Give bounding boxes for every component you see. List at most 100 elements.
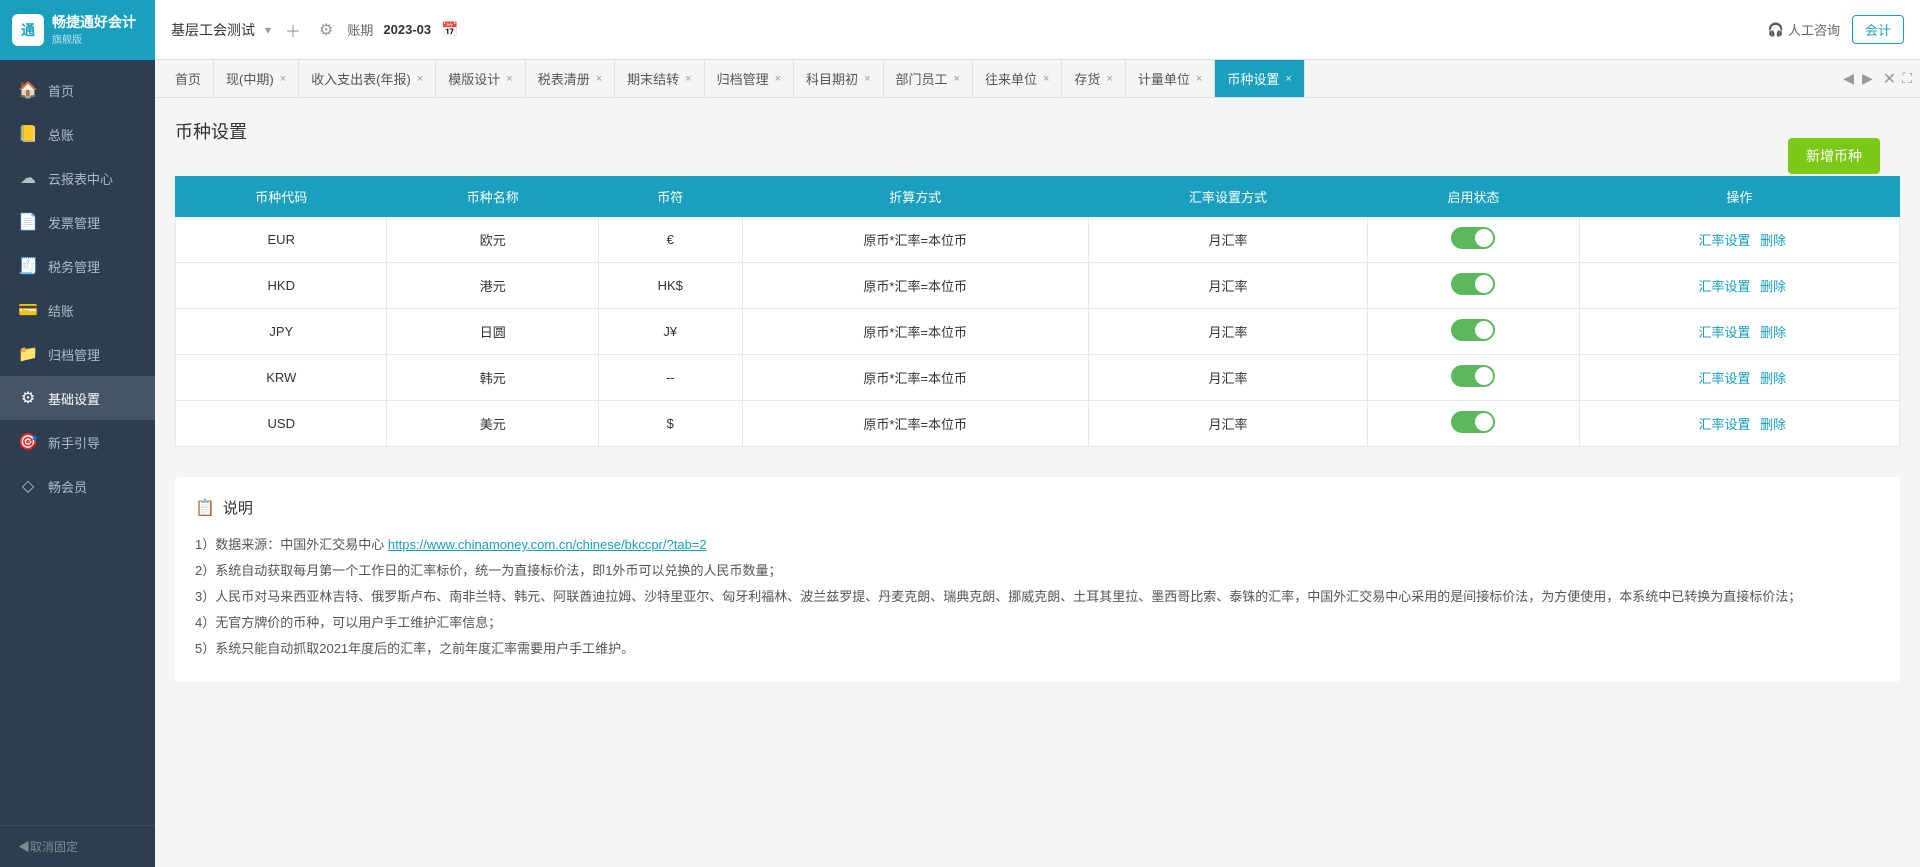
tab-close-icon[interactable]: × xyxy=(864,73,870,85)
cell-status xyxy=(1368,263,1579,309)
sidebar-pin-toggle[interactable]: ◀取消固定 xyxy=(0,825,155,867)
sidebar-item-ledger[interactable]: 📒 总账 xyxy=(0,112,155,156)
tab-partners[interactable]: 往来单位 × xyxy=(973,60,1062,98)
account-button[interactable]: 会计 xyxy=(1852,15,1904,44)
cell-name: 韩元 xyxy=(387,355,598,401)
rate-setting-link[interactable]: 汇率设置 xyxy=(1699,233,1751,248)
status-toggle[interactable] xyxy=(1451,227,1495,249)
notes-link[interactable]: https://www.chinamoney.com.cn/chinese/bk… xyxy=(388,537,707,552)
cell-actions: 汇率设置 删除 xyxy=(1579,355,1899,401)
settings-icon: ⚙ xyxy=(18,388,38,408)
sidebar-item-guide[interactable]: 🎯 新手引导 xyxy=(0,420,155,464)
new-currency-button[interactable]: 新增币种 xyxy=(1788,138,1880,174)
tab-label: 模版设计 xyxy=(448,69,500,88)
tab-home[interactable]: 首页 xyxy=(163,60,214,98)
tab-close-icon[interactable]: × xyxy=(506,73,512,85)
tab-close-icon[interactable]: × xyxy=(596,73,602,85)
logo-icon: 通 xyxy=(12,14,44,46)
cell-method: 原币*汇率=本位币 xyxy=(742,217,1088,263)
tab-template[interactable]: 模版设计 × xyxy=(436,60,525,98)
sidebar-item-label: 首页 xyxy=(48,81,74,100)
sidebar-item-home[interactable]: 🏠 首页 xyxy=(0,68,155,112)
delete-link[interactable]: 删除 xyxy=(1760,371,1786,386)
tab-close-icon[interactable]: × xyxy=(1285,73,1291,85)
rate-setting-link[interactable]: 汇率设置 xyxy=(1699,279,1751,294)
tab-subject-init[interactable]: 科目期初 × xyxy=(794,60,883,98)
tab-label: 往来单位 xyxy=(985,69,1037,88)
sidebar-item-tax[interactable]: 🧾 税务管理 xyxy=(0,244,155,288)
add-workspace-button[interactable]: ＋ xyxy=(281,14,305,46)
content-area: 币种设置 新增币种 币种代码 币种名称 币符 折算方式 汇率设置方式 启用状态 … xyxy=(155,98,1920,867)
sidebar-item-checkout[interactable]: 💳 结账 xyxy=(0,288,155,332)
sidebar-item-settings[interactable]: ⚙ 基础设置 xyxy=(0,376,155,420)
tab-prev-icon[interactable]: ◀ xyxy=(1839,66,1858,91)
cell-status xyxy=(1368,401,1579,447)
cell-method: 原币*汇率=本位币 xyxy=(742,355,1088,401)
cell-code: HKD xyxy=(176,263,387,309)
notes-item: 1）数据来源：中国外汇交易中心 https://www.chinamoney.c… xyxy=(195,532,1880,558)
tab-tax-list[interactable]: 税表清册 × xyxy=(526,60,615,98)
sidebar-item-label: 新手引导 xyxy=(48,433,100,452)
tab-unit[interactable]: 计量单位 × xyxy=(1126,60,1215,98)
workspace-name: 基层工会测试 xyxy=(171,20,255,40)
tab-close-icon[interactable]: × xyxy=(1106,73,1112,85)
tab-close-all-icon[interactable]: ✕ xyxy=(1883,69,1896,89)
rate-setting-link[interactable]: 汇率设置 xyxy=(1699,325,1751,340)
tab-currency[interactable]: 币种设置 × xyxy=(1215,60,1304,98)
rate-setting-link[interactable]: 汇率设置 xyxy=(1699,371,1751,386)
delete-link[interactable]: 删除 xyxy=(1760,233,1786,248)
tab-midterm[interactable]: 现(中期) × xyxy=(214,60,299,98)
workspace-settings-icon[interactable]: ⚙ xyxy=(315,16,337,44)
cell-code: EUR xyxy=(176,217,387,263)
sidebar-item-archive[interactable]: 📁 归档管理 xyxy=(0,332,155,376)
notes-title: 📋 说明 xyxy=(195,497,1880,518)
delete-link[interactable]: 删除 xyxy=(1760,279,1786,294)
tab-annual-report[interactable]: 收入支出表(年报) × xyxy=(299,60,436,98)
tab-archive[interactable]: 归档管理 × xyxy=(705,60,794,98)
cell-rate-type: 月汇率 xyxy=(1088,355,1367,401)
home-icon: 🏠 xyxy=(18,80,38,100)
top-header: 基层工会测试 ▾ ＋ ⚙ 账期 2023-03 📅 🎧 人工咨询 会计 xyxy=(155,0,1920,60)
tab-close-icon[interactable]: × xyxy=(280,73,286,85)
tab-close-icon[interactable]: × xyxy=(1196,73,1202,85)
status-toggle[interactable] xyxy=(1451,365,1495,387)
tab-period-end[interactable]: 期末结转 × xyxy=(615,60,704,98)
tab-expand-icon[interactable]: ⛶ xyxy=(1902,70,1912,87)
tab-label: 首页 xyxy=(175,69,201,88)
tab-next-icon[interactable]: ▶ xyxy=(1858,66,1877,91)
app-logo: 通 畅捷通好会计 旗舰版 xyxy=(0,0,155,60)
col-rate-type: 汇率设置方式 xyxy=(1088,177,1367,217)
cell-actions: 汇率设置 删除 xyxy=(1579,309,1899,355)
status-toggle[interactable] xyxy=(1451,319,1495,341)
tab-inventory[interactable]: 存货 × xyxy=(1062,60,1125,98)
tab-department[interactable]: 部门员工 × xyxy=(884,60,973,98)
member-icon: ◇ xyxy=(18,476,38,496)
tab-close-icon[interactable]: × xyxy=(417,73,423,85)
sidebar-item-reports[interactable]: ☁ 云报表中心 xyxy=(0,156,155,200)
header-right: 🎧 人工咨询 会计 xyxy=(1768,15,1904,44)
status-toggle[interactable] xyxy=(1451,273,1495,295)
sidebar-item-invoice[interactable]: 📄 发票管理 xyxy=(0,200,155,244)
tab-close-icon[interactable]: × xyxy=(954,73,960,85)
headset-icon: 🎧 xyxy=(1768,22,1784,38)
table-row: USD 美元 $ 原币*汇率=本位币 月汇率 汇率设置 删除 xyxy=(176,401,1900,447)
guide-icon: 🎯 xyxy=(18,432,38,452)
delete-link[interactable]: 删除 xyxy=(1760,417,1786,432)
tab-close-icon[interactable]: × xyxy=(685,73,691,85)
cell-actions: 汇率设置 删除 xyxy=(1579,263,1899,309)
tab-close-icon[interactable]: × xyxy=(1043,73,1049,85)
tab-label: 币种设置 xyxy=(1227,69,1279,88)
status-toggle[interactable] xyxy=(1451,411,1495,433)
rate-setting-link[interactable]: 汇率设置 xyxy=(1699,417,1751,432)
workspace-dropdown-icon[interactable]: ▾ xyxy=(265,23,271,37)
table-row: JPY 日圆 J¥ 原币*汇率=本位币 月汇率 汇率设置 删除 xyxy=(176,309,1900,355)
tab-close-icon[interactable]: × xyxy=(775,73,781,85)
cell-symbol: € xyxy=(598,217,742,263)
sidebar-item-member[interactable]: ◇ 畅会员 xyxy=(0,464,155,508)
support-button[interactable]: 🎧 人工咨询 xyxy=(1768,20,1840,39)
calendar-icon[interactable]: 📅 xyxy=(441,21,458,38)
delete-link[interactable]: 删除 xyxy=(1760,325,1786,340)
cell-rate-type: 月汇率 xyxy=(1088,309,1367,355)
col-actions: 操作 xyxy=(1579,177,1899,217)
page-header: 币种设置 新增币种 xyxy=(175,118,1900,160)
